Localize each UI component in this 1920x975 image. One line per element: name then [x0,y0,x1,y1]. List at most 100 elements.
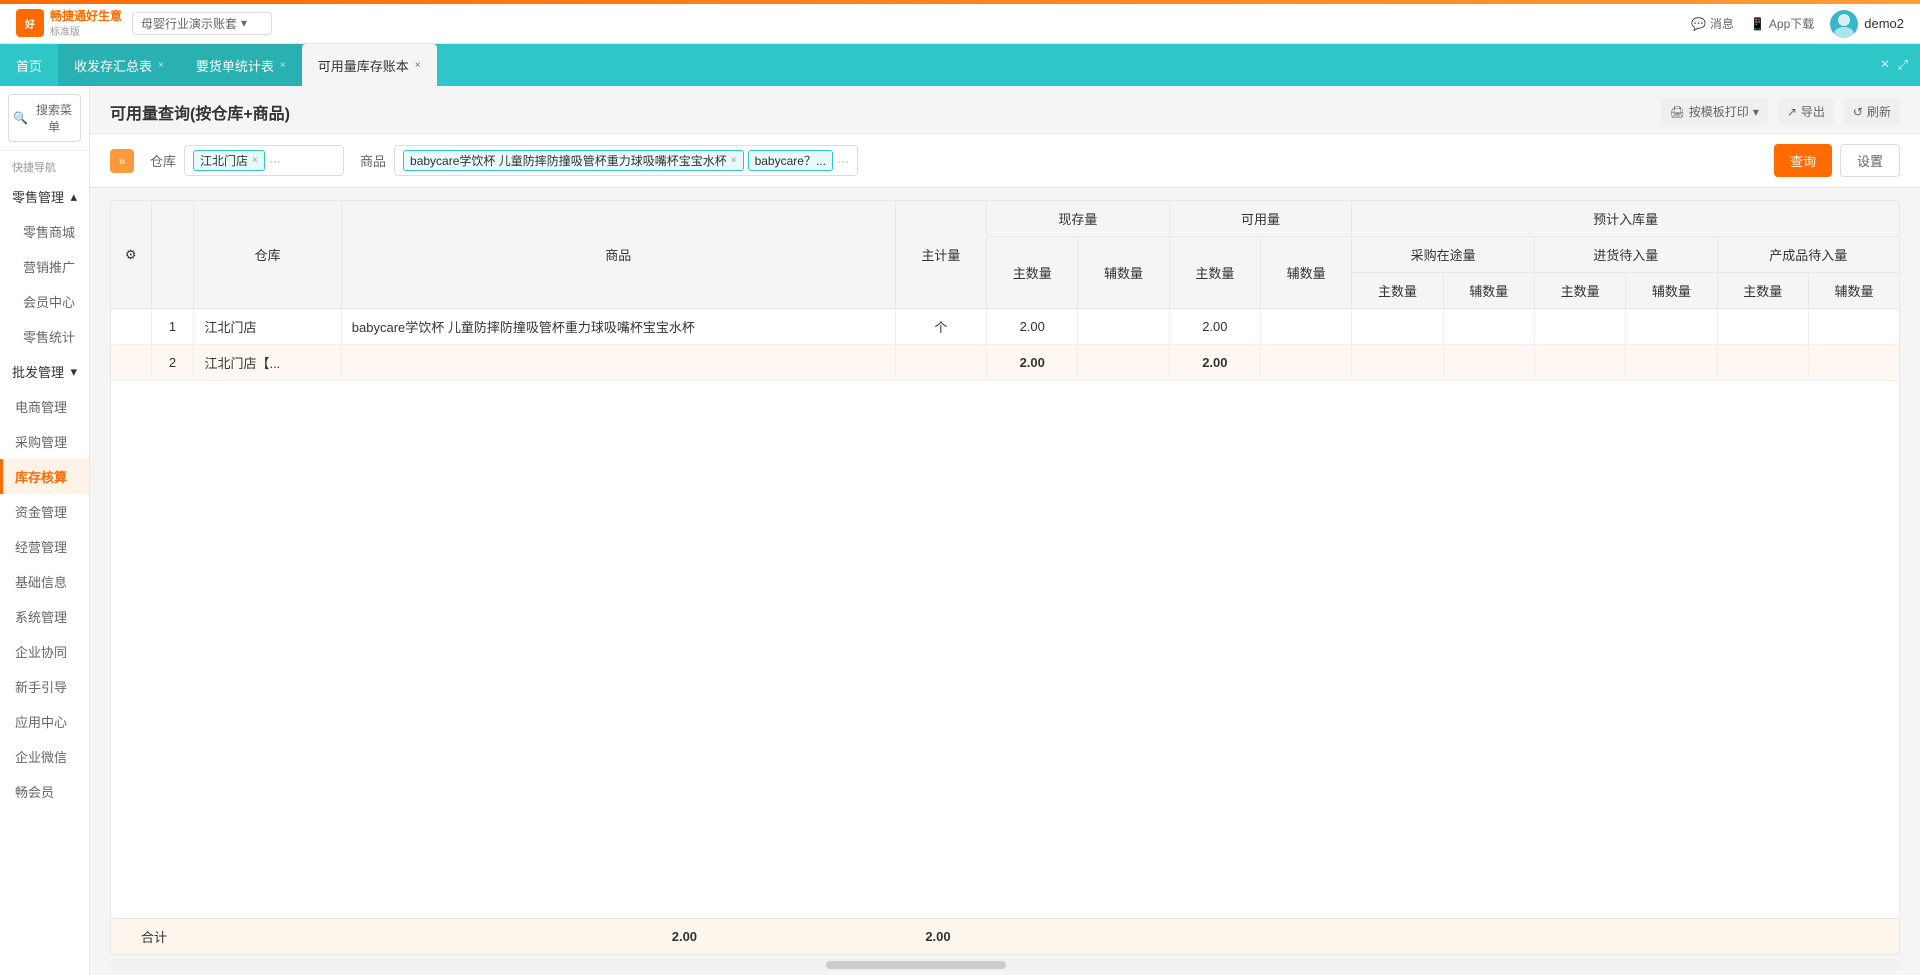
logo-area: 好 畅捷通好生意 标准版 [16,9,122,38]
sidebar-item-ops[interactable]: 经营管理 [0,529,89,564]
table-header-row-1: ⚙ 仓库 商品 主计量 现存量 可用量 预计入库量 [111,201,1899,237]
main-layout: 🔍 搜索菜单 快捷导航 零售管理 ▴ 零售商城 营销推广 会员中心 零售统计 批… [0,86,1920,975]
sidebar-item-app-center-label: 应用中心 [15,712,67,731]
sidebar-item-enterprise[interactable]: 企业协同 [0,634,89,669]
sidebar-item-wechat[interactable]: 企业微信 [0,739,89,774]
row-1-purchase-onway-aux [1443,309,1534,345]
row-2-settings [111,345,151,381]
industry-selector[interactable]: 母婴行业演示账套 ▾ [132,12,272,35]
row-1-purchase-onway-main [1352,309,1443,345]
product-filter-input[interactable]: babycare学饮杯 儿童防摔防撞吸管杯重力球吸嘴杯宝宝水杯 × babyca… [394,145,858,176]
th-current-aux-qty: 辅数量 [1078,237,1169,309]
industry-selector-arrow: ▾ [241,16,247,30]
sidebar-item-member2-label: 畅会员 [15,782,54,801]
tab-inventory-close[interactable]: × [415,60,421,71]
sidebar-item-ecommerce[interactable]: 电商管理 [0,389,89,424]
sidebar-item-finance-label: 资金管理 [15,502,67,521]
sidebar-item-newbie[interactable]: 新手引导 [0,669,89,704]
sidebar-search-label: 搜索菜单 [32,101,76,135]
filter-expand-button[interactable]: » [110,149,134,173]
th-estimated-inbound-group: 预计入库量 [1352,201,1899,237]
app-download-action[interactable]: 📱 App下载 [1750,15,1814,32]
sidebar-item-finance[interactable]: 资金管理 [0,494,89,529]
product-filter-field: 商品 babycare学饮杯 儿童防摔防撞吸管杯重力球吸嘴杯宝宝水杯 × bab… [360,145,858,176]
row-1-index: 1 [151,309,194,345]
tab-inventory-label: 可用量库存账本 [318,56,409,75]
row-1-inbound-pending-main [1534,309,1625,345]
sidebar-item-basic[interactable]: 基础信息 [0,564,89,599]
row-2-current-aux-qty [1078,345,1169,381]
sidebar-item-app-center[interactable]: 应用中心 [0,704,89,739]
sidebar-item-zero-retail[interactable]: 零售管理 ▴ [0,179,89,214]
th-purchase-onway-main: 主数量 [1352,273,1443,309]
page-header-actions: 🖨 按模板打印 ▾ ↗ 导出 ↺ 刷新 [1661,98,1900,125]
sidebar-item-retail-stats[interactable]: 零售统计 [0,319,89,354]
user-name[interactable]: demo2 [1864,16,1904,31]
warehouse-tag-close[interactable]: × [252,155,258,166]
th-purchase-onway-group: 采购在途量 [1352,237,1535,273]
user-area[interactable]: demo2 [1830,10,1904,38]
warehouse-tag-text: 江北门店 [200,152,248,169]
table-container: ⚙ 仓库 商品 主计量 现存量 可用量 预计入库量 主数量 辅数量 主数量 [110,200,1900,919]
table-row: 1 江北门店 babycare学饮杯 儿童防摔防撞吸管杯重力球吸嘴杯宝宝水杯 个… [111,309,1899,345]
sidebar-item-system[interactable]: 系统管理 [0,599,89,634]
tab-collect-label: 收发存汇总表 [74,56,152,75]
setting-button[interactable]: 设置 [1840,144,1900,177]
sidebar-item-retail-mall[interactable]: 零售商城 [0,214,89,249]
query-button[interactable]: 查询 [1774,144,1832,177]
warehouse-filter-input[interactable]: 江北门店 × ··· [184,145,344,176]
export-label: 导出 [1801,103,1825,120]
sidebar-item-purchase[interactable]: 采购管理 [0,424,89,459]
horizontal-scrollbar[interactable] [110,959,1900,971]
row-1-settings [111,309,151,345]
tab-home[interactable]: 首页 [0,44,58,86]
th-product-pending-group: 产成品待入量 [1717,237,1899,273]
product-filter-more[interactable]: ··· [837,154,849,168]
th-available-group: 可用量 [1169,201,1352,237]
product-tag-1-close[interactable]: × [731,155,737,166]
export-icon: ↗ [1787,105,1797,119]
scrollbar-thumb[interactable] [826,961,1006,969]
app-download-label: App下载 [1769,15,1814,32]
sidebar-item-inventory-mgmt[interactable]: 库存核算 [0,459,89,494]
th-available-main-qty: 主数量 [1169,237,1260,309]
th-inbound-pending-main: 主数量 [1534,273,1625,309]
print-button[interactable]: 🖨 按模板打印 ▾ [1661,98,1768,125]
tab-order[interactable]: 要货单统计表 × [180,44,302,86]
tab-inventory[interactable]: 可用量库存账本 × [302,44,437,86]
sidebar-search-button[interactable]: 🔍 搜索菜单 [8,94,81,142]
row-2-current-main-qty: 2.00 [987,345,1078,381]
sidebar-item-batch[interactable]: 批发管理 ▾ [0,354,89,389]
sidebar-item-wechat-label: 企业微信 [15,747,67,766]
tab-close-all-btn[interactable]: × [1880,56,1889,74]
tab-maximize-btn[interactable]: ⤢ [1898,57,1908,73]
settings-icon[interactable]: ⚙ [125,247,137,262]
sidebar-item-newbie-label: 新手引导 [15,677,67,696]
row-1-main-unit: 个 [895,309,986,345]
sidebar-item-purchase-label: 采购管理 [15,432,67,451]
warehouse-filter-field: 仓库 江北门店 × ··· [150,145,344,176]
sidebar-item-retail-stats-label: 零售统计 [23,327,75,346]
tab-collect-close[interactable]: × [158,60,164,71]
tab-order-close[interactable]: × [280,60,286,71]
tab-home-label: 首页 [16,56,42,75]
footer-label: 合计 [121,927,361,946]
table-body: 1 江北门店 babycare学饮杯 儿童防摔防撞吸管杯重力球吸嘴杯宝宝水杯 个… [111,309,1899,381]
export-button[interactable]: ↗ 导出 [1778,98,1834,125]
tabs-bar-right: × ⤢ [1880,56,1920,74]
inventory-table: ⚙ 仓库 商品 主计量 现存量 可用量 预计入库量 主数量 辅数量 主数量 [111,201,1899,381]
chevron-up-icon: ▴ [70,189,77,205]
filter-actions: 查询 设置 [1774,144,1900,177]
refresh-button[interactable]: ↺ 刷新 [1844,98,1900,125]
sidebar-item-member2[interactable]: 畅会员 [0,774,89,809]
table-row: 2 江北门店【... 2.00 2.00 [111,345,1899,381]
sidebar-item-enterprise-label: 企业协同 [15,642,67,661]
message-action[interactable]: 💬 消息 [1691,15,1734,32]
product-tag-1-text: babycare学饮杯 儿童防摔防撞吸管杯重力球吸嘴杯宝宝水杯 [410,152,727,169]
sidebar-item-member[interactable]: 会员中心 [0,284,89,319]
sidebar-item-marketing[interactable]: 营销推广 [0,249,89,284]
warehouse-filter-more[interactable]: ··· [269,154,281,168]
refresh-label: 刷新 [1867,103,1891,120]
refresh-icon: ↺ [1853,105,1863,119]
tab-collect[interactable]: 收发存汇总表 × [58,44,180,86]
